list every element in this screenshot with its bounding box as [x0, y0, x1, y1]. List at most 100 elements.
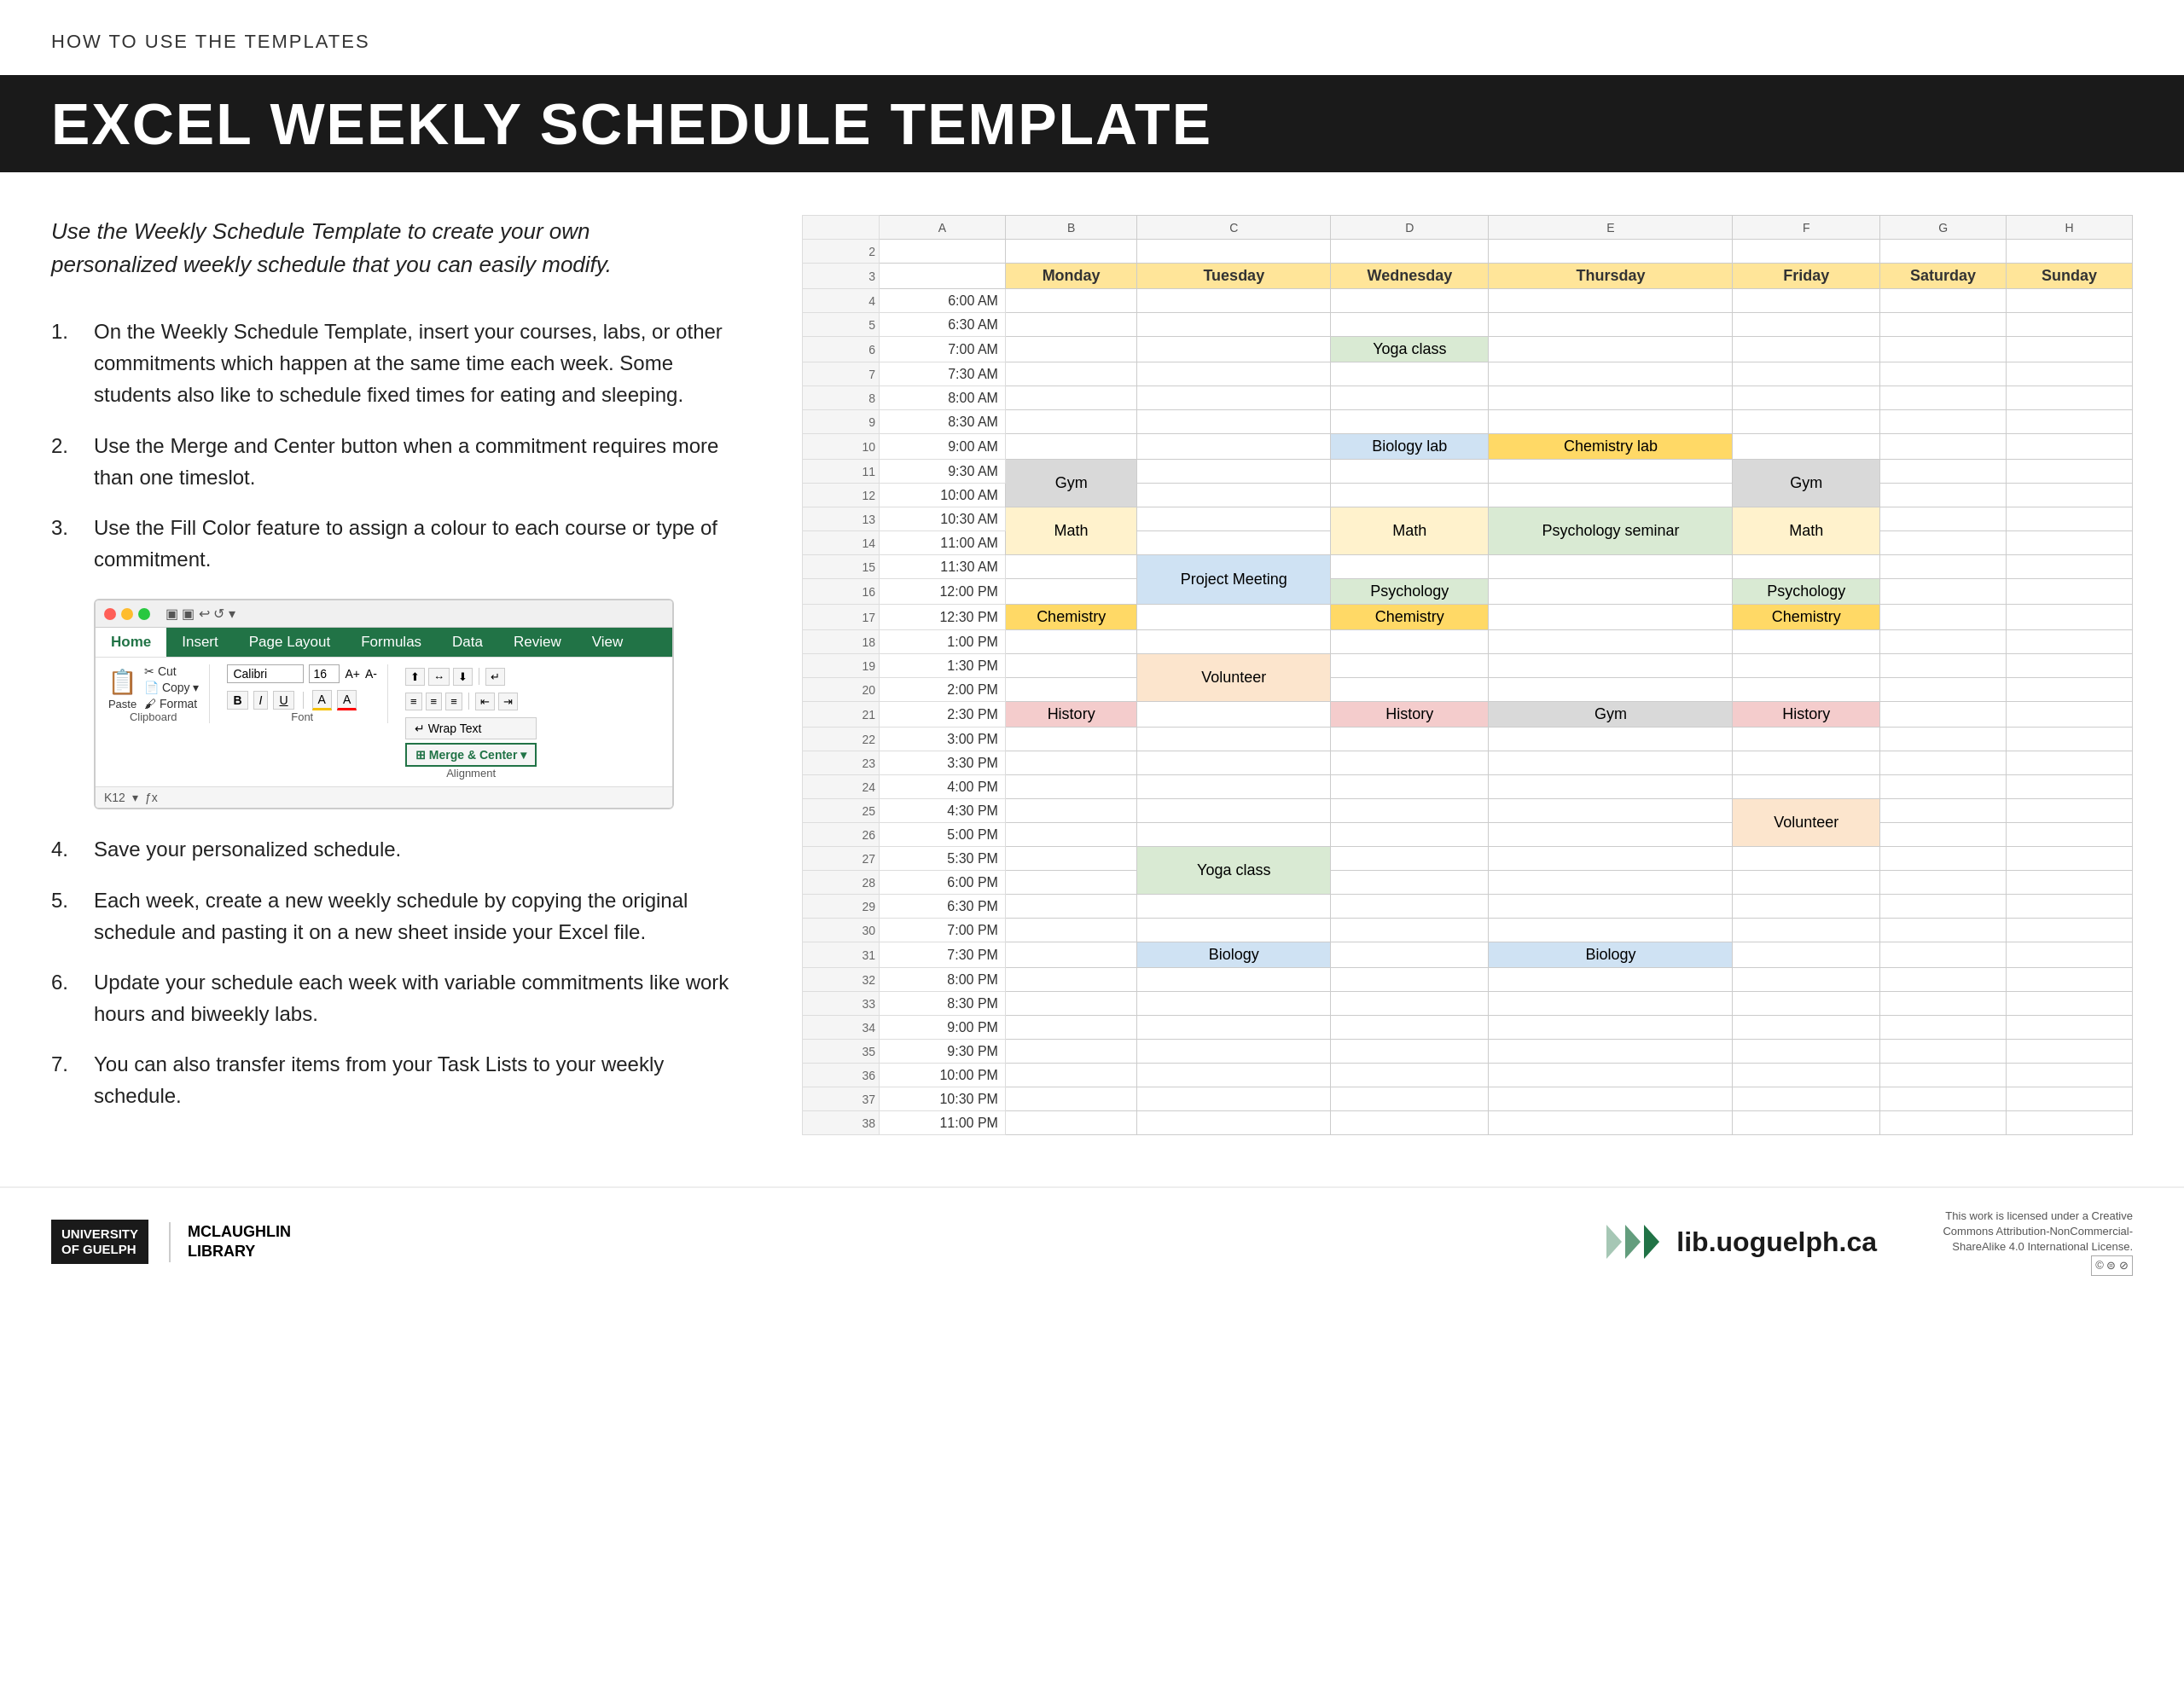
table-row: 35 9:30 PM — [803, 1040, 2133, 1064]
university-logo: Universityof Guelph — [51, 1220, 148, 1264]
font-group: A+ A- B I U A A Font — [224, 664, 388, 723]
paste-label: Paste — [108, 698, 136, 710]
formula-bar: K12 ▾ ƒx — [96, 786, 672, 808]
align-bottom-button[interactable]: ⬇ — [453, 668, 473, 686]
format-button[interactable]: 🖌 Format — [144, 697, 199, 710]
day-wednesday: Wednesday — [1331, 264, 1489, 289]
event-volunteer-tue: Volunteer — [1137, 654, 1331, 702]
table-row: 25 4:30 PM Volunteer — [803, 799, 2133, 823]
table-row: 22 3:00 PM — [803, 728, 2133, 751]
column-header-row: A B C D E F G H — [803, 216, 2133, 240]
event-history-wed: History — [1331, 702, 1489, 728]
indent-decrease-button[interactable]: ⇤ — [475, 693, 495, 710]
tab-formulas[interactable]: Formulas — [346, 628, 437, 657]
tab-insert[interactable]: Insert — [166, 628, 234, 657]
tab-data[interactable]: Data — [437, 628, 498, 657]
font-color-button[interactable]: A — [337, 690, 357, 710]
instructions-list-continued: 4. Save your personalized schedule. 5. E… — [51, 833, 751, 1111]
col-header-f: F — [1733, 216, 1880, 240]
table-row: 19 1:30 PM Volunteer — [803, 654, 2133, 678]
instructions-list: 1. On the Weekly Schedule Template, inse… — [51, 316, 751, 575]
minimize-icon — [121, 608, 133, 620]
table-row: 32 8:00 PM — [803, 968, 2133, 992]
event-gym-mon: Gym — [1005, 460, 1136, 507]
list-num: 5. — [51, 884, 68, 916]
italic-button[interactable]: I — [253, 691, 269, 710]
col-header-e: E — [1489, 216, 1733, 240]
align-right-button[interactable]: ≡ — [445, 693, 462, 710]
indent-increase-button[interactable]: ⇥ — [498, 693, 518, 710]
event-chemistry-mon: Chemistry — [1005, 605, 1136, 630]
copy-button[interactable]: 📄 Copy ▾ — [144, 681, 199, 694]
align-center-button[interactable]: ≡ — [426, 693, 443, 710]
table-row: 24 4:00 PM — [803, 775, 2133, 799]
list-item: 7. You can also transfer items from your… — [51, 1048, 751, 1111]
event-yoga-tue: Yoga class — [1137, 847, 1331, 895]
day-sunday: Sunday — [2007, 264, 2133, 289]
chevron-icon-1 — [1606, 1225, 1622, 1259]
underline-button[interactable]: U — [273, 691, 293, 710]
event-math-wed: Math — [1331, 507, 1489, 555]
event-biology-tue: Biology — [1137, 942, 1331, 968]
table-row: 2 — [803, 240, 2133, 264]
bold-button[interactable]: B — [227, 691, 247, 710]
list-item: 2. Use the Merge and Center button when … — [51, 430, 751, 493]
merge-center-btn[interactable]: ⊞ Merge & Center ▾ — [405, 743, 537, 767]
col-header-a: A — [880, 216, 1006, 240]
table-row: 8 8:00 AM — [803, 386, 2133, 410]
table-row: 37 10:30 PM — [803, 1087, 2133, 1111]
list-item: 4. Save your personalized schedule. — [51, 833, 751, 865]
wrap-text-btn[interactable]: ↵ Wrap Text — [405, 717, 537, 739]
list-item: 1. On the Weekly Schedule Template, inse… — [51, 316, 751, 411]
day-saturday: Saturday — [1880, 264, 2007, 289]
event-history-mon: History — [1005, 702, 1136, 728]
chevron-icon-2 — [1625, 1225, 1641, 1259]
cut-button[interactable]: ✂ Cut — [144, 664, 199, 678]
font-name-input[interactable] — [227, 664, 304, 683]
table-row: 4 6:00 AM — [803, 289, 2133, 313]
list-num: 4. — [51, 833, 68, 865]
footer-right: lib.uoguelph.ca This work is licensed un… — [1606, 1209, 2133, 1276]
alignment-label: Alignment — [446, 767, 496, 780]
font-size-input[interactable] — [309, 664, 340, 683]
day-friday: Friday — [1733, 264, 1880, 289]
left-column: Use the Weekly Schedule Template to crea… — [51, 215, 751, 1135]
event-biology-lab: Biology lab — [1331, 434, 1489, 460]
ribbon-body: 📋 Paste ✂ Cut 📄 Copy ▾ 🖌 Format Clipboar… — [96, 657, 672, 786]
event-math-mon: Math — [1005, 507, 1136, 555]
divider — [468, 693, 469, 710]
table-row: 9 8:30 AM — [803, 410, 2133, 434]
tab-home[interactable]: Home — [96, 628, 166, 657]
table-row: 3 Monday Tuesday Wednesday Thursday Frid… — [803, 264, 2133, 289]
tab-review[interactable]: Review — [498, 628, 577, 657]
font-label: Font — [291, 710, 313, 723]
align-middle-button[interactable]: ↔ — [428, 668, 450, 686]
event-volunteer-fri: Volunteer — [1733, 799, 1880, 847]
university-logo-box: Universityof Guelph — [51, 1220, 148, 1264]
list-num: 2. — [51, 430, 68, 461]
table-row: 6 7:00 AM Yoga class — [803, 337, 2133, 362]
tab-view[interactable]: View — [577, 628, 639, 657]
table-row: 15 11:30 AM Project Meeting — [803, 555, 2133, 579]
table-row: 17 12:30 PM Chemistry Chemistry Chemistr… — [803, 605, 2133, 630]
clipboard-group: 📋 Paste ✂ Cut 📄 Copy ▾ 🖌 Format Clipboar… — [104, 664, 210, 723]
font-shrink-icon: A- — [365, 667, 377, 681]
table-row: 27 5:30 PM Yoga class — [803, 847, 2133, 871]
align-left-button[interactable]: ≡ — [405, 693, 422, 710]
list-num: 3. — [51, 512, 68, 543]
align-top-button[interactable]: ⬆ — [405, 668, 425, 686]
page-footer: Universityof Guelph McLaughlinLibrary li… — [0, 1186, 2184, 1296]
clipboard-items: ✂ Cut 📄 Copy ▾ 🖌 Format — [144, 664, 199, 710]
col-header-g: G — [1880, 216, 2007, 240]
maximize-icon — [138, 608, 150, 620]
tab-page-layout[interactable]: Page Layout — [234, 628, 346, 657]
table-row: 20 2:00 PM — [803, 678, 2133, 702]
excel-mockup: ▣ ▣ ↩ ↺ ▾ Home Insert Page Layout Formul… — [94, 599, 674, 809]
col-header-c: C — [1137, 216, 1331, 240]
fill-color-button[interactable]: A — [312, 690, 332, 710]
event-gym-fri: Gym — [1733, 460, 1880, 507]
event-psychology-fri: Psychology — [1733, 579, 1880, 605]
col-header-rownum — [803, 216, 880, 240]
table-row: 5 6:30 AM — [803, 313, 2133, 337]
wrap-text-button[interactable]: ↵ — [485, 668, 505, 686]
